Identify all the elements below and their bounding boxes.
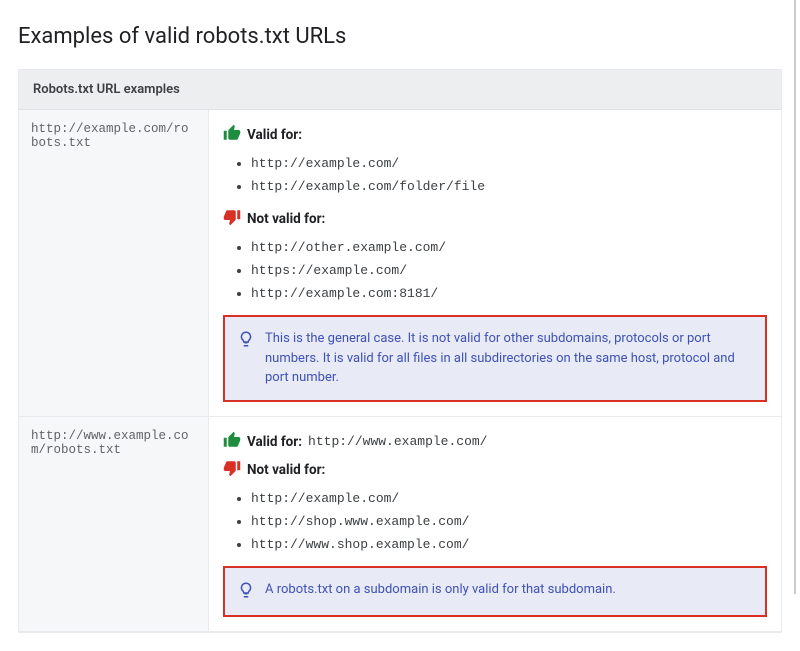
list-item: http://example.com/folder/file: [251, 175, 767, 198]
list-item: http://other.example.com/: [251, 236, 767, 259]
not-valid-list: http://other.example.com/ https://exampl…: [223, 236, 767, 305]
thumb-up-icon: [223, 431, 241, 453]
list-item: http://www.shop.example.com/: [251, 533, 767, 556]
not-valid-for-line: Not valid for:: [223, 208, 767, 230]
details-cell: Valid for: http://example.com/ http://ex…: [209, 110, 781, 416]
thumb-up-icon: [223, 124, 241, 146]
list-item: http://example.com/: [251, 487, 767, 510]
valid-inline-url: http://www.example.com/: [308, 434, 487, 449]
table-row: http://www.example.com/robots.txt Valid …: [19, 417, 781, 632]
list-item: http://example.com/: [251, 152, 767, 175]
page-title: Examples of valid robots.txt URLs: [18, 24, 782, 49]
table-header: Robots.txt URL examples: [19, 70, 781, 110]
list-item: http://example.com:8181/: [251, 282, 767, 305]
not-valid-label: Not valid for:: [247, 462, 325, 478]
examples-table: Robots.txt URL examples http://example.c…: [18, 69, 782, 633]
note-box: This is the general case. It is not vali…: [223, 315, 767, 402]
scrollbar-track[interactable]: [794, 0, 796, 594]
not-valid-for-line: Not valid for:: [223, 459, 767, 481]
url-cell: http://www.example.com/robots.txt: [19, 417, 209, 631]
list-item: https://example.com/: [251, 259, 767, 282]
valid-list: http://example.com/ http://example.com/f…: [223, 152, 767, 198]
details-cell: Valid for: http://www.example.com/ Not v…: [209, 417, 781, 631]
lightbulb-icon: [237, 581, 255, 603]
valid-for-line: Valid for: http://www.example.com/: [223, 431, 767, 453]
valid-label: Valid for:: [247, 434, 302, 450]
note-box: A robots.txt on a subdomain is only vali…: [223, 566, 767, 617]
note-text: A robots.txt on a subdomain is only vali…: [265, 580, 616, 600]
table-row: http://example.com/robots.txt Valid for:…: [19, 110, 781, 417]
note-text: This is the general case. It is not vali…: [265, 329, 753, 388]
thumb-down-icon: [223, 459, 241, 481]
lightbulb-icon: [237, 330, 255, 352]
thumb-down-icon: [223, 208, 241, 230]
not-valid-list: http://example.com/ http://shop.www.exam…: [223, 487, 767, 556]
list-item: http://shop.www.example.com/: [251, 510, 767, 533]
valid-label: Valid for:: [247, 127, 302, 143]
url-cell: http://example.com/robots.txt: [19, 110, 209, 416]
not-valid-label: Not valid for:: [247, 211, 325, 227]
valid-for-line: Valid for:: [223, 124, 767, 146]
